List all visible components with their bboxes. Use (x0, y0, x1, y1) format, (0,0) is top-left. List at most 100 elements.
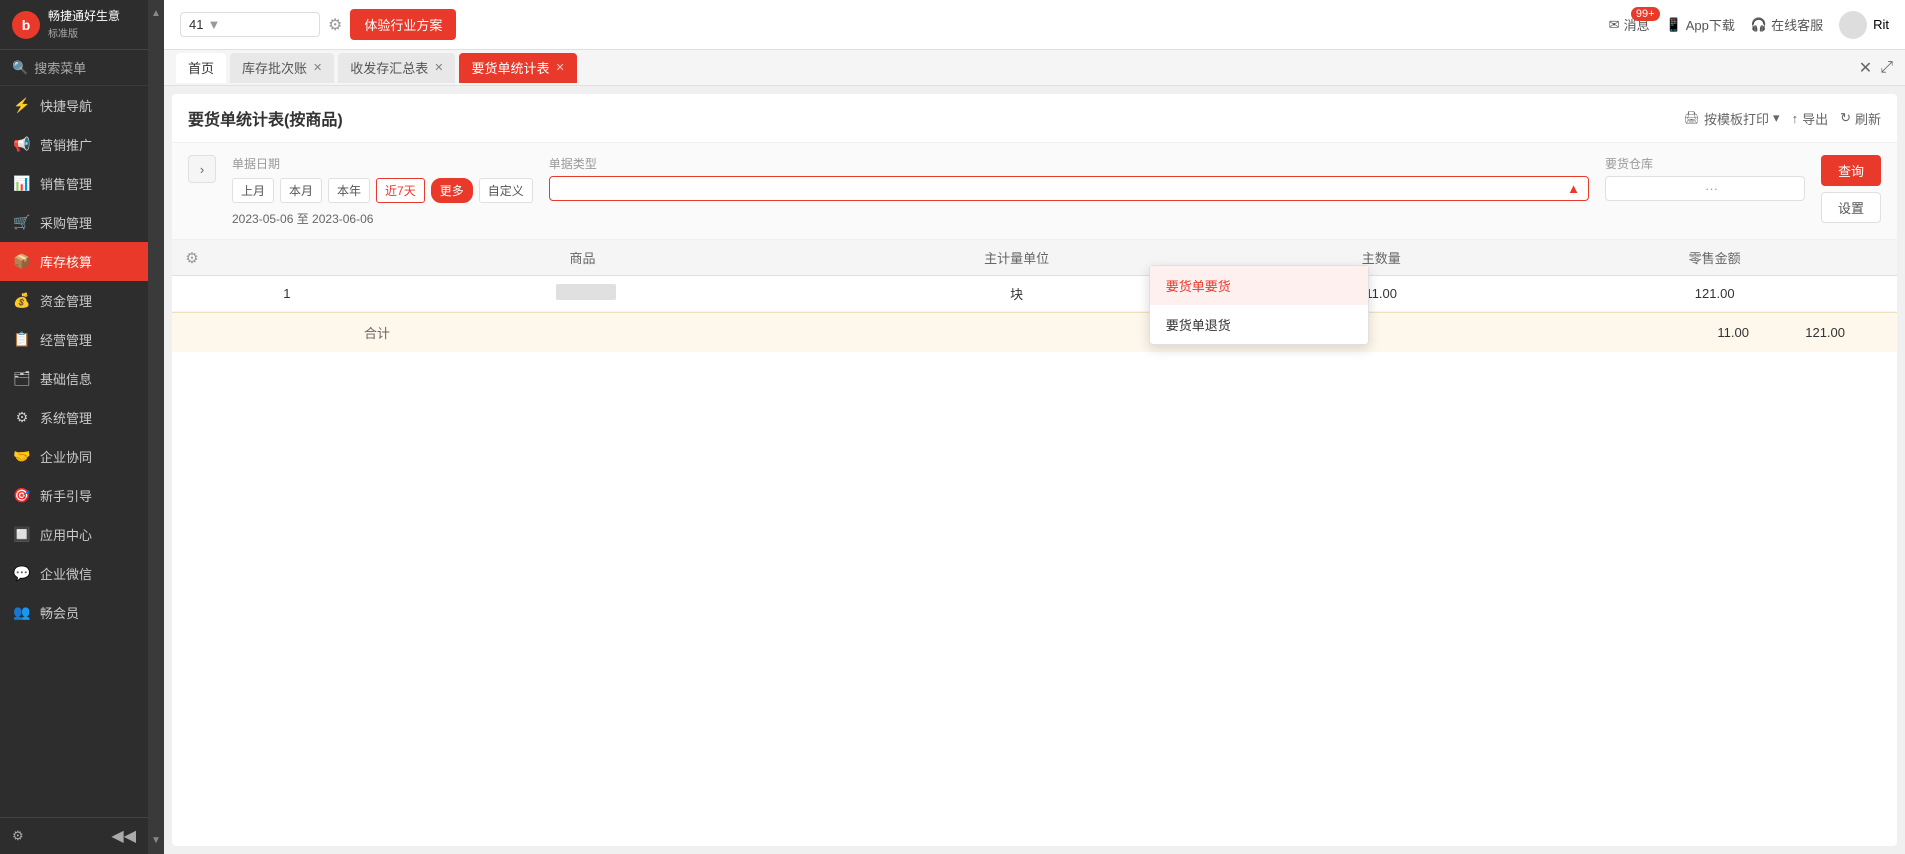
sidebar-item-finance[interactable]: 💰 资金管理 (0, 281, 148, 320)
tab-close-icon[interactable]: ✕ (434, 61, 443, 74)
messages-button[interactable]: ✉ 消息 99+ (1609, 15, 1650, 34)
date-range-display: 2023-05-06 至 2023-06-06 (232, 210, 533, 227)
tab-order-summary[interactable]: 要货单统计表 ✕ (459, 53, 576, 83)
summary-label: 合计 (184, 323, 390, 342)
inventory-icon: 📦 (12, 253, 32, 270)
sidebar-item-enterprise[interactable]: 🤝 企业协同 (0, 437, 148, 476)
page-title: 要货单统计表(按商品) (188, 106, 343, 130)
filter-expand-button[interactable]: › (188, 155, 216, 183)
sidebar-item-marketing[interactable]: 📢 营销推广 (0, 125, 148, 164)
sidebar-item-guide[interactable]: 🎯 新手引导 (0, 476, 148, 515)
sidebar-item-label: 畅会员 (40, 603, 136, 622)
page-actions: 🖨 按模板打印 ▾ ↑ 导出 ↻ 刷新 (1684, 109, 1882, 128)
sidebar-item-wechat[interactable]: 💬 企业微信 (0, 554, 148, 593)
avatar (1839, 11, 1867, 39)
sidebar-item-label: 基础信息 (40, 369, 136, 388)
tab-close-icon[interactable]: ✕ (313, 61, 322, 74)
tab-receive-summary[interactable]: 收发存汇总表 ✕ (338, 53, 455, 83)
table-header: ⚙ 商品 主计量单位 主数量 零售金额 (172, 240, 1897, 276)
sidebar-item-system[interactable]: ⚙ 系统管理 (0, 398, 148, 437)
system-icon: ⚙ (12, 409, 32, 426)
sidebar-collapse-button[interactable]: ◀◀ (111, 826, 136, 846)
sidebar-item-label: 经营管理 (40, 330, 136, 349)
refresh-button[interactable]: ↻ 刷新 (1840, 109, 1881, 128)
col-settings[interactable]: ⚙ (172, 240, 212, 276)
dropdown-item-label: 要货单退货 (1166, 318, 1231, 333)
sidebar-item-appstore[interactable]: 🔲 应用中心 (0, 515, 148, 554)
refresh-label: 刷新 (1855, 109, 1881, 128)
dropdown-item-order-return[interactable]: 要货单退货 (1150, 305, 1368, 344)
user-name: Rit (1873, 17, 1889, 32)
custom-date-button[interactable]: 自定义 (479, 178, 533, 203)
sidebar-item-members[interactable]: 👥 畅会员 (0, 593, 148, 632)
app-download-button[interactable]: 📱 App下载 (1666, 15, 1735, 34)
main-area: 41 ▼ ⚙ 体验行业方案 ✉ 消息 99+ 📱 App下载 🎧 在线客服 R (164, 0, 1905, 854)
sidebar-settings-icon[interactable]: ⚙ (12, 828, 24, 844)
sidebar-item-basic[interactable]: 🗂 基础信息 (0, 359, 148, 398)
service-icon: 🎧 (1751, 17, 1767, 33)
sidebar-item-quick-nav[interactable]: ⚡ 快捷导航 (0, 86, 148, 125)
type-filter-label: 单据类型 (549, 155, 1589, 172)
marketing-icon: 📢 (12, 136, 32, 153)
product-placeholder (556, 284, 616, 300)
last-7days-button[interactable]: 近7天 (376, 178, 425, 203)
sidebar-item-inventory[interactable]: 📦 库存核算 (0, 242, 148, 281)
sidebar-item-sales[interactable]: 📊 销售管理 (0, 164, 148, 203)
enterprise-icon: 🤝 (12, 448, 32, 465)
sidebar-item-label: 采购管理 (40, 213, 136, 232)
finance-icon: 💰 (12, 292, 32, 309)
tab-inventory-batch[interactable]: 库存批次账 ✕ (230, 53, 334, 83)
query-button[interactable]: 查询 (1821, 155, 1881, 186)
user-profile[interactable]: Rit (1839, 11, 1889, 39)
tab-label: 要货单统计表 (471, 58, 549, 77)
date-filter-label: 单据日期 (232, 155, 533, 172)
warehouse-more-icon[interactable]: ··· (1705, 181, 1796, 196)
dropdown-item-order-goods[interactable]: 要货单要货 (1150, 266, 1368, 305)
last-month-button[interactable]: 上月 (232, 178, 274, 203)
tab-close-icon[interactable]: ✕ (556, 61, 565, 74)
message-icon: ✉ (1609, 17, 1620, 33)
messages-badge: 99+ (1631, 7, 1660, 21)
settings-button[interactable]: 设置 (1821, 192, 1881, 223)
tab-home[interactable]: 首页 (176, 53, 226, 83)
app-sub: 标准版 (48, 25, 120, 40)
this-month-button[interactable]: 本月 (280, 178, 322, 203)
type-input-field[interactable] (558, 181, 1567, 196)
logo-icon: b (12, 11, 40, 39)
summary-row: 合计 11.00 121.00 (172, 312, 1897, 352)
trial-industry-button[interactable]: 体验行业方案 (350, 9, 456, 40)
warehouse-filter-input[interactable]: ··· (1605, 176, 1805, 201)
print-arrow-icon: ▾ (1773, 110, 1780, 126)
more-button[interactable]: 更多 (431, 178, 473, 203)
topbar-gear-icon[interactable]: ⚙ (328, 15, 342, 35)
sidebar-item-label: 资金管理 (40, 291, 136, 310)
export-button[interactable]: ↑ 导出 (1792, 109, 1829, 128)
close-tab-button[interactable]: ✕ (1859, 58, 1872, 78)
scroll-down-icon: ▼ (151, 835, 161, 846)
operations-icon: 📋 (12, 331, 32, 348)
row-product-cell (362, 276, 803, 312)
sidebar-item-purchase[interactable]: 🛒 采购管理 (0, 203, 148, 242)
chevron-right-icon: › (200, 162, 204, 177)
page-content: 要货单统计表(按商品) 🖨 按模板打印 ▾ ↑ 导出 ↻ 刷新 (172, 94, 1897, 846)
template-print-button[interactable]: 🖨 按模板打印 ▾ (1684, 109, 1780, 128)
type-chevron-up-icon[interactable]: ▲ (1567, 181, 1580, 196)
restore-tab-button[interactable]: ⤢ (1880, 59, 1893, 77)
template-print-label: 按模板打印 (1704, 109, 1769, 128)
purchase-icon: 🛒 (12, 214, 32, 231)
type-dropdown: 要货单要货 要货单退货 (1149, 265, 1369, 345)
summary-quantity: 11.00 (1709, 325, 1789, 340)
table-settings-icon[interactable]: ⚙ (185, 250, 198, 267)
sidebar-scroll[interactable]: ▲ ▼ (148, 0, 164, 854)
this-year-button[interactable]: 本年 (328, 178, 370, 203)
sidebar-search[interactable]: 🔍 搜索菜单 (0, 50, 148, 86)
topbar-right: ✉ 消息 99+ 📱 App下载 🎧 在线客服 Rit (1609, 11, 1889, 39)
app-logo: b 畅捷通好生意 标准版 (0, 0, 148, 50)
export-icon: ↑ (1792, 111, 1799, 126)
guide-icon: 🎯 (12, 487, 32, 504)
online-service-button[interactable]: 🎧 在线客服 (1751, 15, 1823, 34)
sidebar-item-operations[interactable]: 📋 经营管理 (0, 320, 148, 359)
sidebar-item-label: 新手引导 (40, 486, 136, 505)
company-selector[interactable]: 41 ▼ (180, 12, 320, 37)
type-filter-input[interactable]: ▲ (549, 176, 1589, 201)
